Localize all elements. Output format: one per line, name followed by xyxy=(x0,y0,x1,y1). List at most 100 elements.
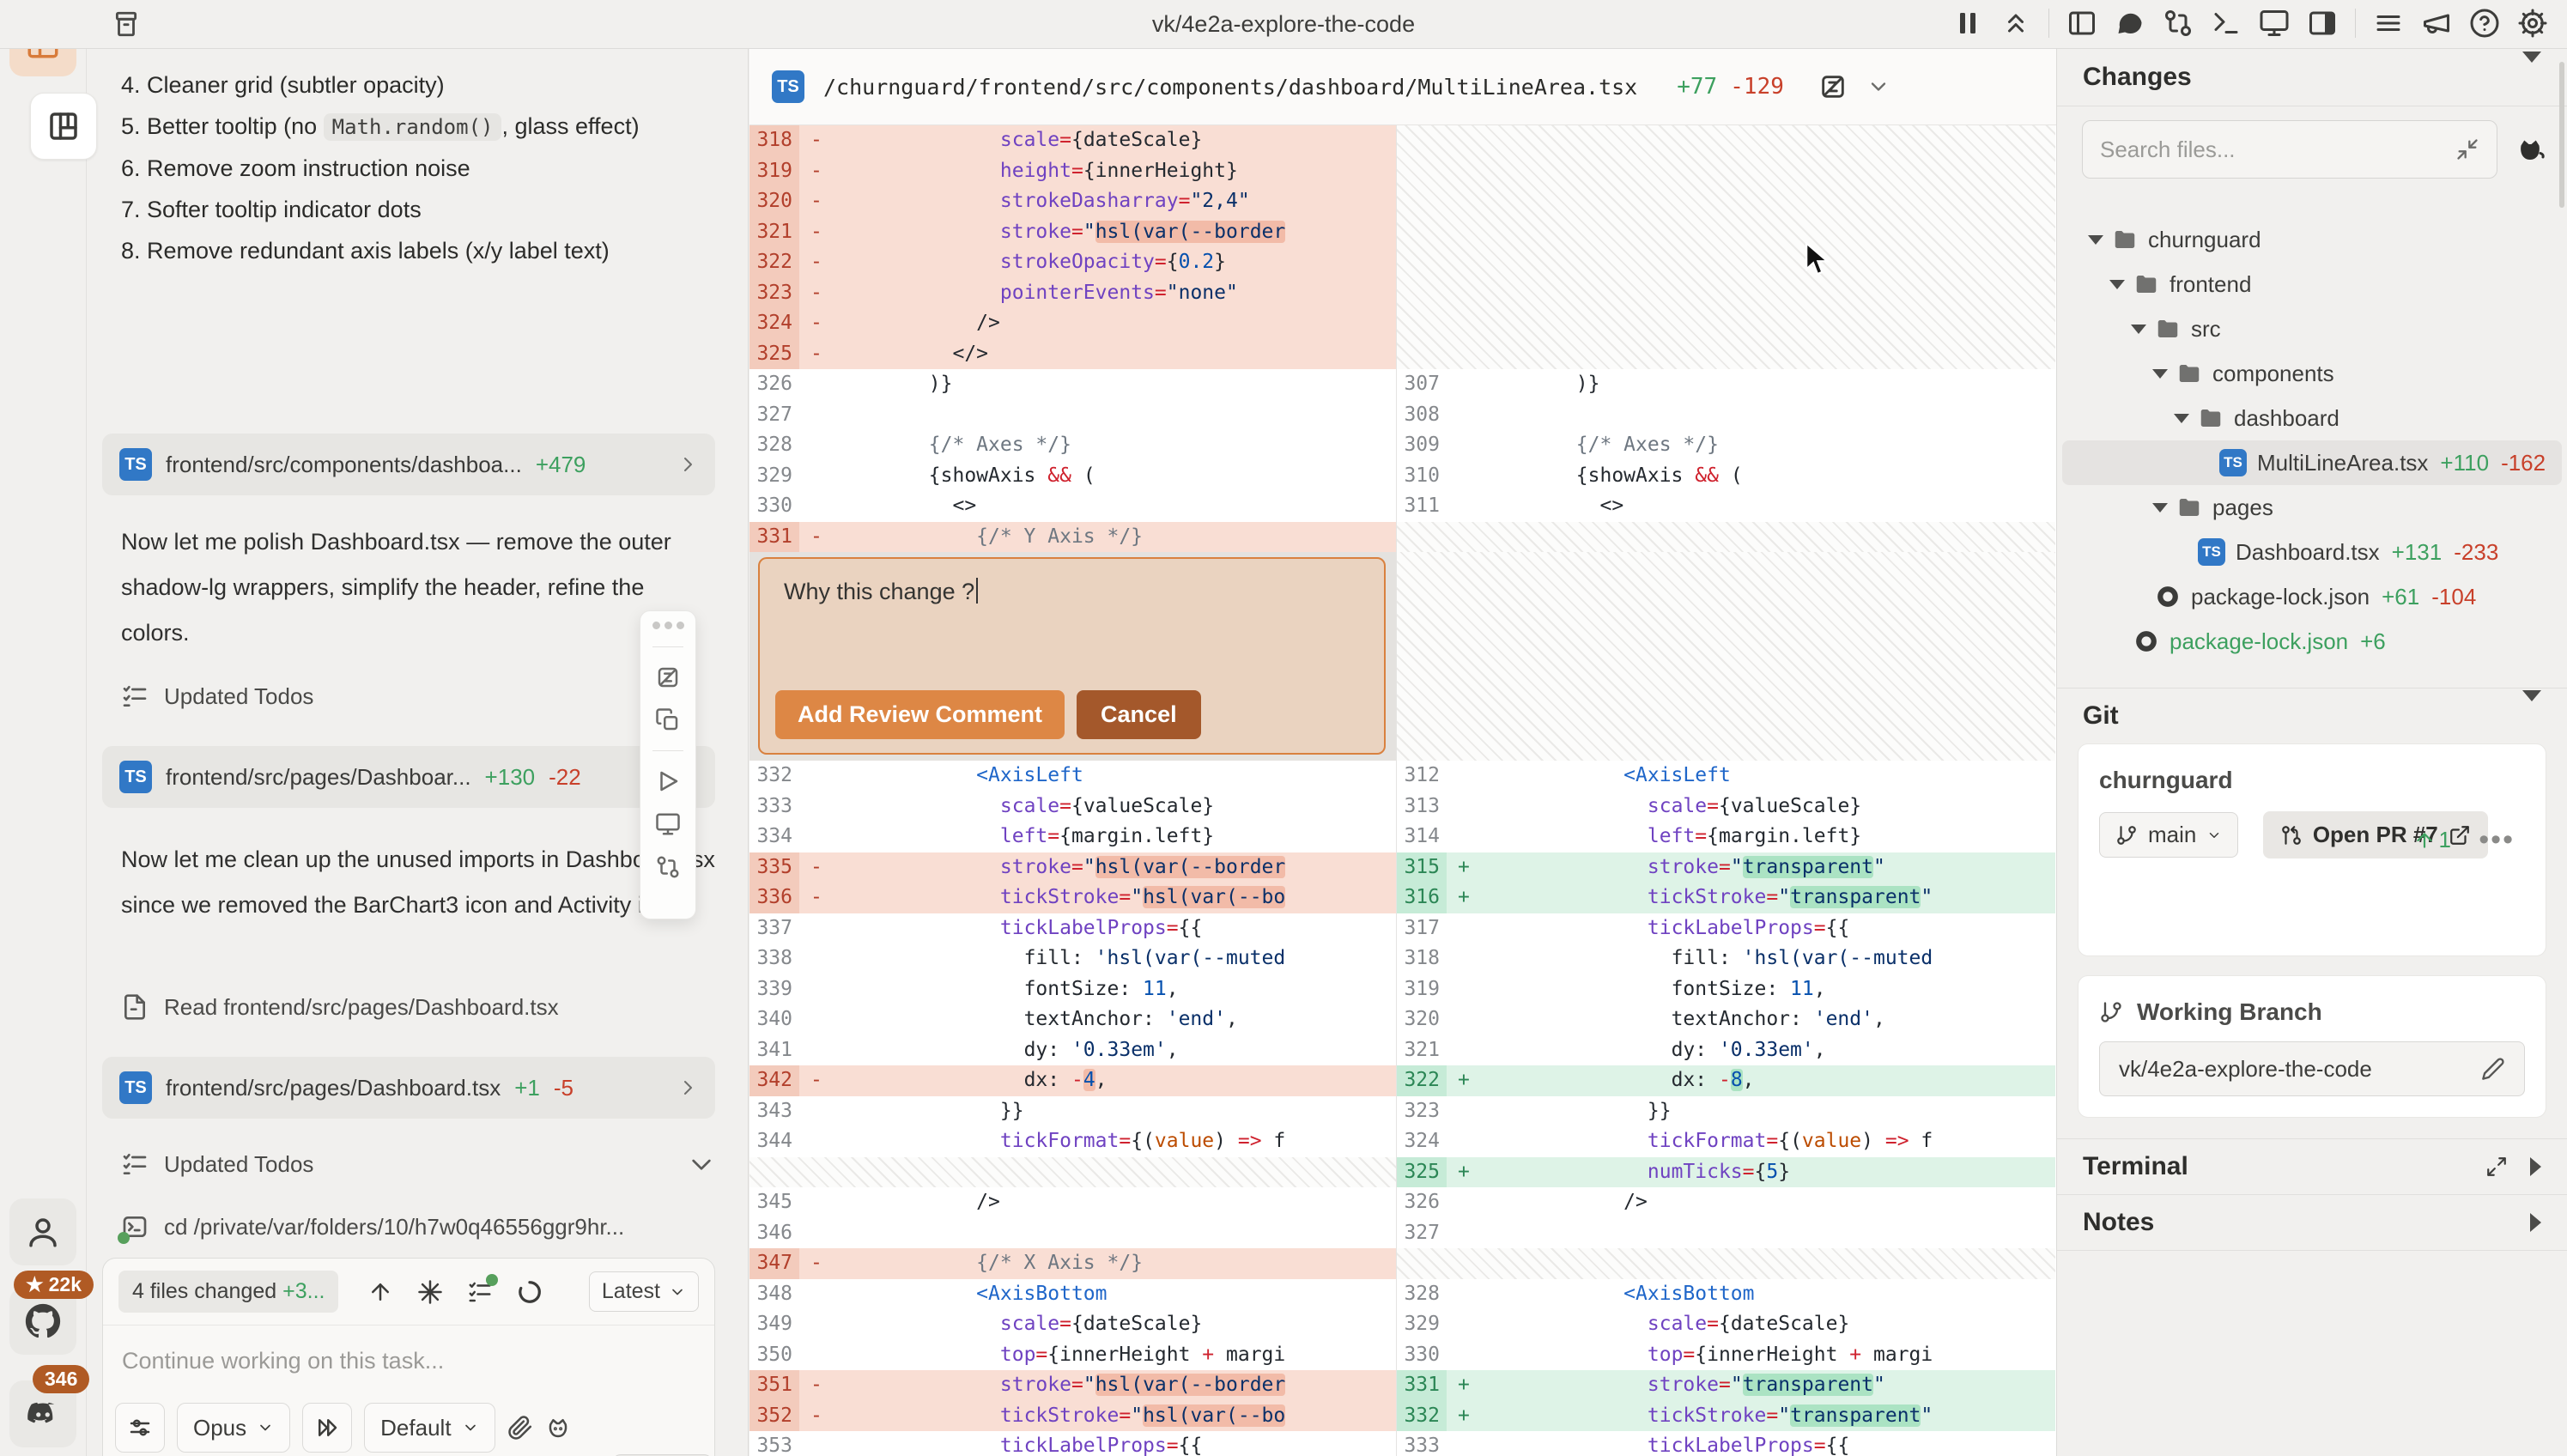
diff-line[interactable]: 350 top={innerHeight + margi xyxy=(749,1340,1396,1371)
file-chip[interactable]: TS frontend/src/pages/Dashboar... +130 -… xyxy=(102,746,715,808)
expand-triangle-icon[interactable] xyxy=(2152,369,2168,379)
diff-line[interactable]: 322+ dx: -8, xyxy=(1397,1065,2055,1096)
diff-line[interactable]: 330 <> xyxy=(749,491,1396,522)
diff-line[interactable]: 336- tickStroke="hsl(var(--bo xyxy=(749,883,1396,913)
diff-line[interactable]: 308 xyxy=(1397,400,2055,431)
diff-line[interactable]: 348 <AxisBottom xyxy=(749,1279,1396,1310)
diff-line[interactable]: 326 )} xyxy=(749,369,1396,400)
chevron-down-icon[interactable] xyxy=(688,1150,715,1178)
chevron-down-icon[interactable] xyxy=(1866,75,1890,99)
branch-dropdown[interactable]: main xyxy=(2099,812,2238,858)
collapse-triangle-icon[interactable] xyxy=(2522,690,2541,730)
diff-line[interactable]: 353 tickLabelProps={{ xyxy=(749,1431,1396,1456)
diff-view-icon[interactable] xyxy=(655,664,681,690)
git-compare-icon[interactable] xyxy=(2163,8,2194,39)
diff-line[interactable]: 331+ stroke="transparent" xyxy=(1397,1370,2055,1401)
add-review-comment-button[interactable]: Add Review Comment xyxy=(775,690,1065,739)
attach-button[interactable] xyxy=(507,1415,533,1441)
rail-item-board[interactable] xyxy=(30,93,97,160)
file-chip[interactable]: TS frontend/src/components/dashboa... +4… xyxy=(102,434,715,495)
diff-line[interactable]: 312 <AxisLeft xyxy=(1397,761,2055,792)
diff-line[interactable]: 342- dx: -4, xyxy=(749,1065,1396,1096)
cat-review-button[interactable] xyxy=(2515,134,2546,165)
expand-icon[interactable] xyxy=(2485,1156,2508,1178)
diff-line[interactable]: 319 fontSize: 11, xyxy=(1397,974,2055,1005)
review-comment-box[interactable]: Why this change ?Add Review CommentCance… xyxy=(758,557,1386,755)
panel-right-icon[interactable] xyxy=(2307,8,2338,39)
play-icon[interactable] xyxy=(655,768,681,794)
diff-line[interactable]: 329 {showAxis && ( xyxy=(749,461,1396,492)
diff-line[interactable]: 325+ numTicks={5} xyxy=(1397,1157,2055,1188)
diff-line[interactable]: 337 tickLabelProps={{ xyxy=(749,913,1396,944)
diff-line[interactable]: 316+ tickStroke="transparent" xyxy=(1397,883,2055,913)
diff-line[interactable]: 321- stroke="hsl(var(--border xyxy=(749,217,1396,248)
tree-folder-churnguard[interactable]: churnguard xyxy=(2062,217,2562,262)
message-input[interactable]: Continue working on this task... xyxy=(103,1326,714,1374)
diff-old-column[interactable]: 318- scale={dateScale}319- height={inner… xyxy=(749,125,1397,1456)
panel-left-icon[interactable] xyxy=(2066,8,2097,39)
diff-line[interactable]: 344 tickFormat={(value) => f xyxy=(749,1126,1396,1157)
repo-more-menu[interactable]: ••• xyxy=(2479,823,2515,857)
model-dropdown[interactable]: Opus xyxy=(177,1403,290,1453)
diff-line[interactable]: 324- /> xyxy=(749,308,1396,339)
chat-bubble-icon[interactable] xyxy=(2115,8,2145,39)
diff-line[interactable]: 332+ tickStroke="transparent" xyxy=(1397,1401,2055,1432)
expand-triangle-icon[interactable] xyxy=(2088,235,2103,245)
diff-line[interactable]: 331- {/* Y Axis */} xyxy=(749,522,1396,553)
git-section-header[interactable]: Git xyxy=(2057,689,2567,743)
diff-line[interactable]: 347- {/* X Axis */} xyxy=(749,1248,1396,1279)
diff-line[interactable]: 327 xyxy=(1397,1218,2055,1249)
sidebar-scrollbar[interactable] xyxy=(2559,62,2564,208)
rail-item-account[interactable] xyxy=(9,1198,76,1265)
comment-text[interactable]: Why this change ? xyxy=(784,578,978,605)
copy-icon[interactable] xyxy=(655,707,681,733)
diff-line[interactable]: 309 {/* Axes */} xyxy=(1397,430,2055,461)
megaphone-icon[interactable] xyxy=(2421,8,2452,39)
expand-triangle-icon[interactable] xyxy=(2174,414,2189,423)
settings-gear-icon[interactable] xyxy=(2517,8,2548,39)
composer-settings-button[interactable] xyxy=(115,1403,165,1453)
diff-line[interactable]: 310 {showAxis && ( xyxy=(1397,461,2055,492)
tree-file-MultiLineArea.tsx[interactable]: TSMultiLineArea.tsx+110-162 xyxy=(2062,440,2562,485)
diff-line[interactable]: 333 tickLabelProps={{ xyxy=(1397,1431,2055,1456)
diff-line[interactable]: 317 tickLabelProps={{ xyxy=(1397,913,2055,944)
diff-line[interactable]: 335- stroke="hsl(var(--border xyxy=(749,852,1396,883)
diff-line[interactable]: 330 top={innerHeight + margi xyxy=(1397,1340,2055,1371)
terminal-section-header[interactable]: Terminal xyxy=(2057,1139,2567,1194)
diff-line[interactable]: 323 }} xyxy=(1397,1096,2055,1127)
diff-line[interactable]: 327 xyxy=(749,400,1396,431)
chevrons-up-icon[interactable] xyxy=(2000,8,2031,39)
expand-triangle-icon[interactable] xyxy=(2530,1213,2541,1232)
diff-line[interactable]: 343 }} xyxy=(749,1096,1396,1127)
diff-line[interactable]: 319- height={innerHeight} xyxy=(749,156,1396,187)
diff-line[interactable]: 314 left={margin.left} xyxy=(1397,822,2055,852)
version-dropdown[interactable]: Latest xyxy=(589,1271,699,1312)
diff-line[interactable]: 321 dy: '0.33em', xyxy=(1397,1035,2055,1066)
tree-file-Dashboard.tsx[interactable]: TSDashboard.tsx+131-233 xyxy=(2062,530,2562,574)
diff-line[interactable]: 318 fill: 'hsl(var(--muted xyxy=(1397,943,2055,974)
open-pr-button[interactable]: Open PR #7 xyxy=(2263,811,2488,858)
diff-line[interactable]: 351- stroke="hsl(var(--border xyxy=(749,1370,1396,1401)
cat-button[interactable] xyxy=(545,1415,571,1441)
pause-icon[interactable] xyxy=(1952,8,1983,39)
files-changed-chip[interactable]: 4 files changed +3... xyxy=(118,1271,338,1313)
collapse-triangle-icon[interactable] xyxy=(2522,52,2541,91)
tree-folder-src[interactable]: src xyxy=(2062,306,2562,351)
tree-file-package-lock.json[interactable]: package-lock.json+6 xyxy=(2062,619,2562,664)
spark-icon[interactable] xyxy=(417,1279,443,1305)
mode-dropdown[interactable]: Default xyxy=(364,1403,495,1453)
monitor-icon[interactable] xyxy=(2259,8,2290,39)
diff-line[interactable]: 346 xyxy=(749,1218,1396,1249)
diff-new-column[interactable]: 307 )}308309 {/* Axes */}310 {showAxis &… xyxy=(1397,125,2055,1456)
diff-line[interactable]: 307 )} xyxy=(1397,369,2055,400)
tree-folder-frontend[interactable]: frontend xyxy=(2062,262,2562,306)
file-chip[interactable]: TS frontend/src/pages/Dashboard.tsx +1 -… xyxy=(102,1057,715,1119)
diff-line[interactable]: 315+ stroke="transparent" xyxy=(1397,852,2055,883)
expand-triangle-icon[interactable] xyxy=(2109,280,2125,289)
menu-icon[interactable] xyxy=(2373,8,2404,39)
diff-line[interactable]: 311 <> xyxy=(1397,491,2055,522)
diff-line[interactable]: 325- </> xyxy=(749,339,1396,370)
expand-triangle-icon[interactable] xyxy=(2530,1157,2541,1176)
diff-line[interactable]: 328 {/* Axes */} xyxy=(749,430,1396,461)
pencil-icon[interactable] xyxy=(2481,1057,2505,1081)
